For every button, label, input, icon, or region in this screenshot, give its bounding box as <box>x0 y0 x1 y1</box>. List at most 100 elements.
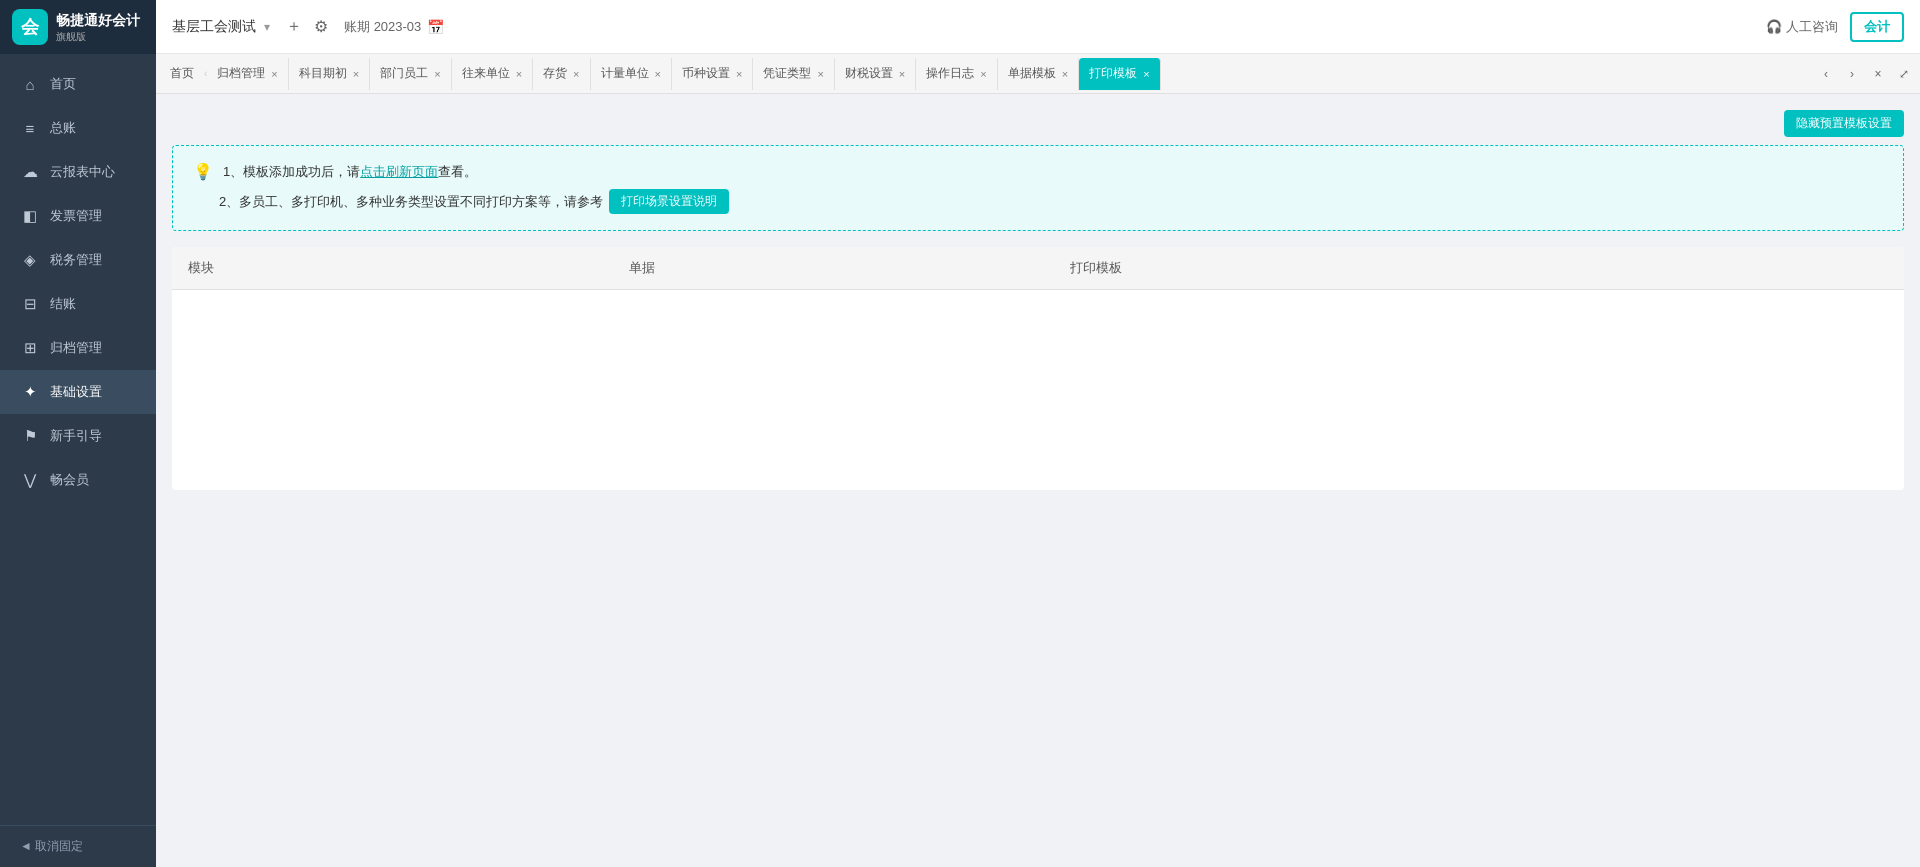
sidebar-item-invoice[interactable]: ◧ 发票管理 <box>0 194 156 238</box>
headset-icon: 🎧 <box>1766 19 1782 34</box>
tab-inventory-close[interactable]: × <box>573 68 579 80</box>
calendar-icon[interactable]: 📅 <box>427 19 444 35</box>
settings-icon: ✦ <box>20 382 40 402</box>
settings-cog-icon[interactable]: ⚙ <box>314 17 328 36</box>
sidebar-item-tax[interactable]: ◈ 税务管理 <box>0 238 156 282</box>
sidebar-item-settle[interactable]: ⊟ 结账 <box>0 282 156 326</box>
tab-archive[interactable]: 归档管理 × <box>207 58 288 90</box>
bulb-icon: 💡 <box>193 162 213 181</box>
notice-refresh-link[interactable]: 点击刷新页面 <box>360 163 438 181</box>
ledger-icon: ≡ <box>20 118 40 138</box>
col-header-module: 模块 <box>172 247 613 289</box>
topbar-period: 账期 2023-03 📅 <box>344 18 444 36</box>
sidebar: 会 畅捷通好会计 旗舰版 ⌂ 首页 ≡ 总账 ☁ 云报表中心 ◧ 发票管理 ◈ … <box>0 0 156 867</box>
notice-line1-suffix: 查看。 <box>438 163 477 181</box>
tab-supplier[interactable]: 往来单位 × <box>452 58 533 90</box>
sidebar-footer-unpin[interactable]: ◄ 取消固定 <box>0 825 156 867</box>
sidebar-logo: 会 畅捷通好会计 旗舰版 <box>0 0 156 54</box>
tab-oplog-label: 操作日志 <box>926 65 974 82</box>
sidebar-label-invoice: 发票管理 <box>50 207 102 225</box>
sidebar-item-archive[interactable]: ⊞ 归档管理 <box>0 326 156 370</box>
period-label: 账期 <box>344 18 370 36</box>
service-button[interactable]: 🎧 人工咨询 <box>1766 18 1838 36</box>
col-document-label: 单据 <box>629 260 655 275</box>
tabbar: 首页 ‹ 归档管理 × 科目期初 × 部门员工 × 往来单位 × 存货 × 计量… <box>156 54 1920 94</box>
content-area: 隐藏预置模板设置 💡 1、模板添加成功后，请 点击刷新页面 查看。 2、多员工、… <box>156 94 1920 867</box>
table-body-empty <box>172 290 1904 490</box>
tab-unit-close[interactable]: × <box>655 68 661 80</box>
logo-text: 畅捷通好会计 旗舰版 <box>56 11 140 42</box>
sidebar-label-guide: 新手引导 <box>50 427 102 445</box>
tab-home-label: 首页 <box>170 65 194 82</box>
member-icon: ⋁ <box>20 470 40 490</box>
tab-department-label: 部门员工 <box>380 65 428 82</box>
archive-icon: ⊞ <box>20 338 40 358</box>
sidebar-label-reports: 云报表中心 <box>50 163 115 181</box>
tab-single[interactable]: 单据模板 × <box>998 58 1079 90</box>
tax-icon: ◈ <box>20 250 40 270</box>
tab-subject-close[interactable]: × <box>353 68 359 80</box>
company-dropdown-icon: ▾ <box>264 20 270 34</box>
tab-print-close[interactable]: × <box>1143 68 1149 80</box>
guide-icon: ⚑ <box>20 426 40 446</box>
tab-close-all-button[interactable]: × <box>1866 58 1890 90</box>
tab-department[interactable]: 部门员工 × <box>370 58 451 90</box>
tab-home[interactable]: 首页 <box>160 58 204 90</box>
unpin-label: ◄ 取消固定 <box>20 838 83 855</box>
tabbar-end: ‹ › × ⤢ <box>1814 58 1916 90</box>
tab-subject[interactable]: 科目期初 × <box>289 58 370 90</box>
sidebar-item-ledger[interactable]: ≡ 总账 <box>0 106 156 150</box>
logo-main: 畅捷通好会计 <box>56 11 140 29</box>
tab-archive-label: 归档管理 <box>217 65 265 82</box>
tab-taxset-close[interactable]: × <box>899 68 905 80</box>
sidebar-item-reports[interactable]: ☁ 云报表中心 <box>0 150 156 194</box>
sidebar-label-home: 首页 <box>50 75 76 93</box>
sidebar-item-home[interactable]: ⌂ 首页 <box>0 62 156 106</box>
tab-inventory-label: 存货 <box>543 65 567 82</box>
table-header: 模块 单据 打印模板 <box>172 247 1904 290</box>
notice-row-1: 💡 1、模板添加成功后，请 点击刷新页面 查看。 <box>193 162 1883 181</box>
tab-oplog[interactable]: 操作日志 × <box>916 58 997 90</box>
tab-inventory[interactable]: 存货 × <box>533 58 590 90</box>
sidebar-item-member[interactable]: ⋁ 畅会员 <box>0 458 156 502</box>
sidebar-label-settle: 结账 <box>50 295 76 313</box>
tab-oplog-close[interactable]: × <box>980 68 986 80</box>
tab-taxset[interactable]: 财税设置 × <box>835 58 916 90</box>
tab-supplier-label: 往来单位 <box>462 65 510 82</box>
tab-currency[interactable]: 币种设置 × <box>672 58 753 90</box>
tab-unit[interactable]: 计量单位 × <box>591 58 672 90</box>
sidebar-item-guide[interactable]: ⚑ 新手引导 <box>0 414 156 458</box>
col-module-label: 模块 <box>188 260 214 275</box>
tab-voucher-label: 凭证类型 <box>763 65 811 82</box>
sidebar-item-settings[interactable]: ✦ 基础设置 <box>0 370 156 414</box>
topbar: 基层工会测试 ▾ ＋ ⚙ 账期 2023-03 📅 🎧 人工咨询 会计 <box>156 0 1920 54</box>
print-scene-button[interactable]: 打印场景设置说明 <box>609 189 729 214</box>
col-template-label: 打印模板 <box>1070 260 1122 275</box>
hide-preset-button[interactable]: 隐藏预置模板设置 <box>1784 110 1904 137</box>
tab-single-close[interactable]: × <box>1062 68 1068 80</box>
company-name[interactable]: 基层工会测试 ▾ <box>172 18 270 36</box>
tab-voucher[interactable]: 凭证类型 × <box>753 58 834 90</box>
accounting-label: 会计 <box>1864 19 1890 34</box>
tab-print[interactable]: 打印模板 × <box>1079 58 1160 90</box>
sidebar-label-archive: 归档管理 <box>50 339 102 357</box>
tab-taxset-label: 财税设置 <box>845 65 893 82</box>
tab-voucher-close[interactable]: × <box>817 68 823 80</box>
sidebar-label-settings: 基础设置 <box>50 383 102 401</box>
tab-archive-close[interactable]: × <box>271 68 277 80</box>
hide-btn-row: 隐藏预置模板设置 <box>172 110 1904 137</box>
tab-currency-close[interactable]: × <box>736 68 742 80</box>
notice-line1-prefix: 1、模板添加成功后，请 <box>223 163 360 181</box>
col-header-document: 单据 <box>613 247 1054 289</box>
tab-expand-button[interactable]: ⤢ <box>1892 58 1916 90</box>
tab-department-close[interactable]: × <box>434 68 440 80</box>
tab-prev-button[interactable]: ‹ <box>1814 58 1838 90</box>
tab-next-button[interactable]: › <box>1840 58 1864 90</box>
invoice-icon: ◧ <box>20 206 40 226</box>
add-tab-button[interactable]: ＋ <box>286 16 302 37</box>
service-label: 人工咨询 <box>1786 18 1838 36</box>
reports-icon: ☁ <box>20 162 40 182</box>
home-icon: ⌂ <box>20 74 40 94</box>
accounting-button[interactable]: 会计 <box>1850 12 1904 42</box>
tab-supplier-close[interactable]: × <box>516 68 522 80</box>
